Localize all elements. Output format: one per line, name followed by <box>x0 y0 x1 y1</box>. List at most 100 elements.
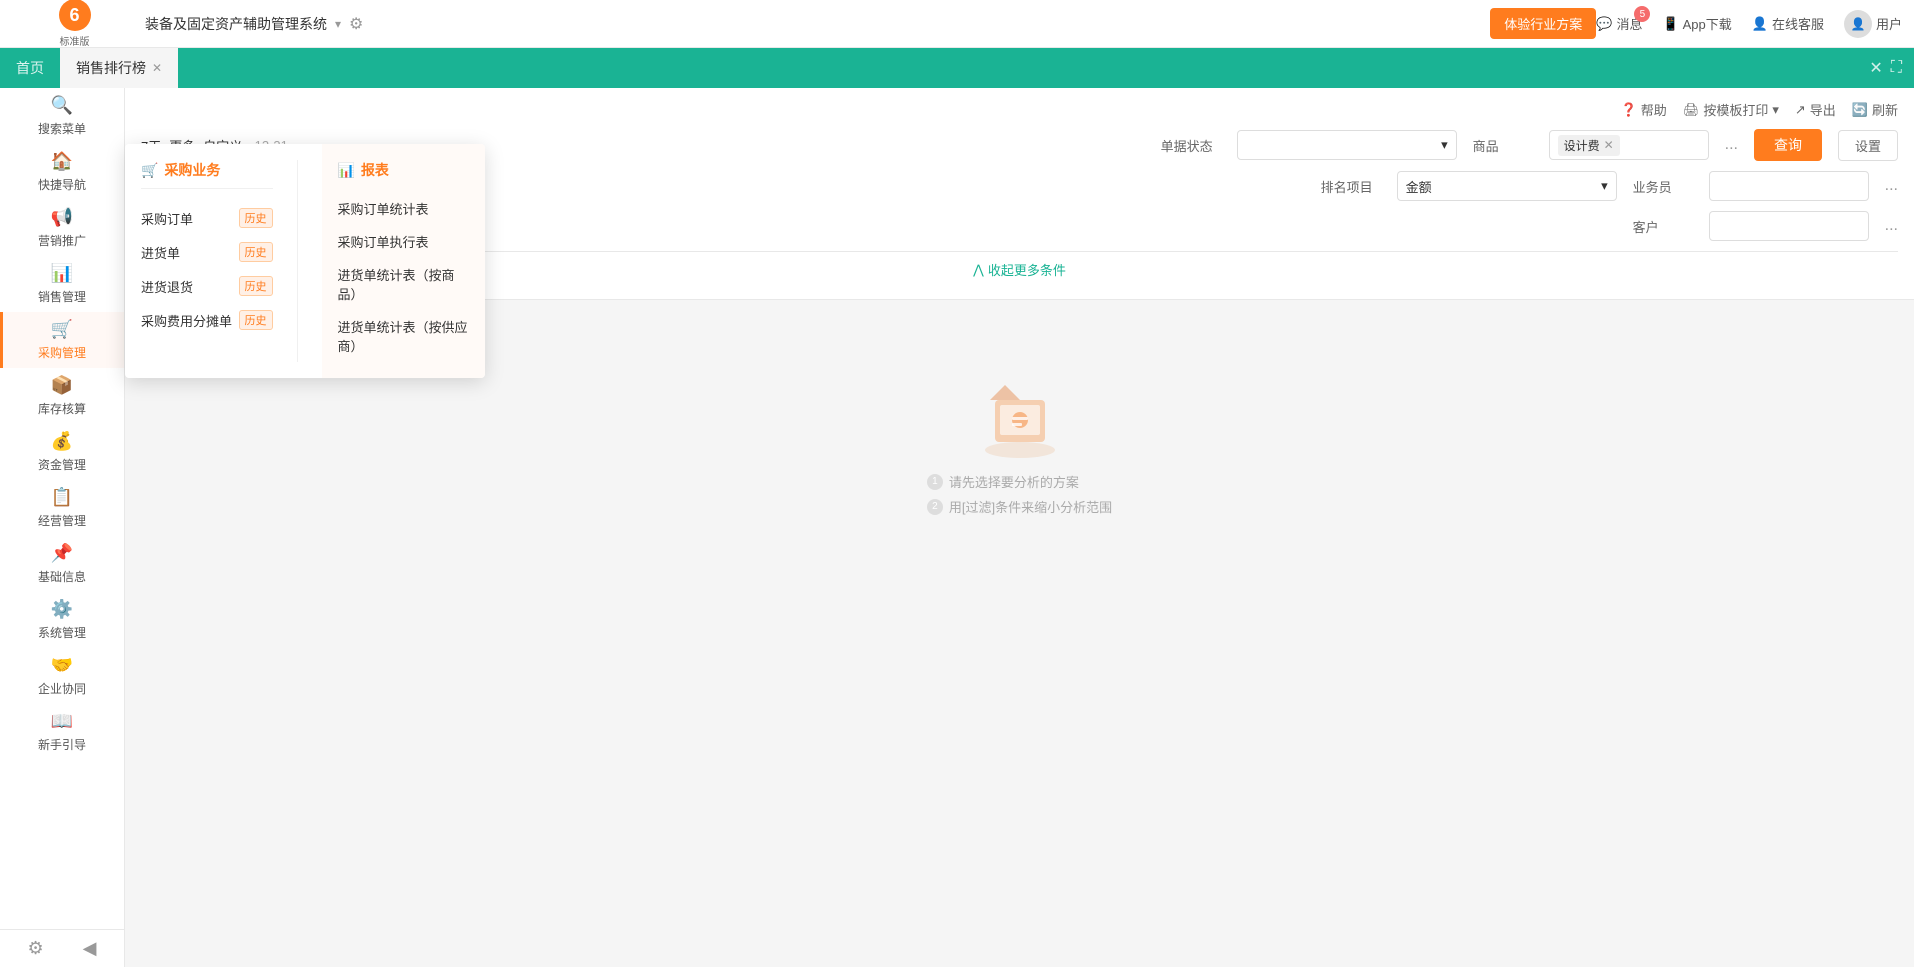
sidebar-item-quick-nav[interactable]: 🏠 快捷导航 <box>0 144 124 200</box>
tab-home[interactable]: 首页 <box>0 48 60 88</box>
reports-icon: 📊 <box>338 162 355 179</box>
print-dropdown-icon[interactable]: ▾ <box>1772 102 1779 118</box>
top-header: 6 标准版 装备及固定资产辅助管理系统 ▾ ⚙ 体验行业方案 💬 5 消息 📱 … <box>0 0 1914 48</box>
user-avatar: 👤 <box>1844 10 1872 38</box>
status-select-arrow: ▾ <box>1441 137 1448 153</box>
sidebar-item-marketing[interactable]: 📢 营销推广 <box>0 200 124 256</box>
sidebar-item-finance[interactable]: 💰 资金管理 <box>0 424 124 480</box>
sidebar-item-inventory-label: 库存核算 <box>38 400 86 417</box>
notification-badge: 5 <box>1634 6 1650 22</box>
sidebar-collapse-btn[interactable]: ◀ <box>83 938 97 959</box>
sidebar-item-inventory[interactable]: 📦 库存核算 <box>0 368 124 424</box>
sidebar-settings-btn[interactable]: ⚙ <box>28 938 44 959</box>
dropdown-purchase-order-exec[interactable]: 采购订单执行表 <box>338 225 470 258</box>
rank-select-value: 金额 <box>1406 177 1432 196</box>
sidebar-item-enterprise[interactable]: 🤝 企业协同 <box>0 648 124 704</box>
dropdown-incoming-order[interactable]: 进货单 历史 <box>141 235 273 269</box>
sidebar-item-purchase[interactable]: 🛒 采购管理 <box>0 312 124 368</box>
query-button[interactable]: 查询 <box>1754 129 1822 161</box>
sidebar-item-basic-info[interactable]: 📌 基础信息 <box>0 536 124 592</box>
customer-select[interactable] <box>1709 211 1869 241</box>
status-label: 单据状态 <box>1161 136 1221 155</box>
phone-icon: 📱 <box>1662 16 1678 32</box>
sidebar-item-search-label: 搜索菜单 <box>38 120 86 137</box>
purchase-order-label: 采购订单 <box>141 209 193 228</box>
tab-sales-ranking-label: 销售排行榜 <box>76 58 146 78</box>
export-btn[interactable]: ↗ 导出 <box>1795 100 1836 119</box>
settings-icon[interactable]: ⚙ <box>349 14 363 34</box>
goods-tag-text: 设计费 <box>1564 137 1600 154</box>
app-download-label: App下载 <box>1683 14 1732 33</box>
empty-step-1: 1 请先选择要分析的方案 <box>927 472 1112 491</box>
sidebar-item-operations-label: 经营管理 <box>38 512 86 529</box>
help-icon: ❓ <box>1621 102 1637 118</box>
goods-dots[interactable]: ... <box>1725 136 1738 154</box>
purchase-dropdown-menu: 🛒 采购业务 采购订单 历史 进货单 历史 进货退货 历史 采购费用分摊单 <box>125 144 485 378</box>
salesperson-dots[interactable]: ... <box>1885 177 1898 195</box>
main-layout: 🔍 搜索菜单 🏠 快捷导航 📢 营销推广 📊 销售管理 🛒 采购管理 📦 库存核… <box>0 88 1914 967</box>
notification-item[interactable]: 💬 5 消息 <box>1596 14 1642 33</box>
user-item[interactable]: 👤 用户 <box>1844 10 1902 38</box>
setting-button[interactable]: 设置 <box>1838 130 1898 161</box>
status-select[interactable]: ▾ <box>1237 130 1457 160</box>
print-icon: 🖨 <box>1683 102 1700 118</box>
sidebar-bottom: ⚙ ◀ <box>0 929 124 967</box>
system-title-text: 装备及固定资产辅助管理系统 <box>145 14 327 34</box>
sidebar-item-search[interactable]: 🔍 搜索菜单 <box>0 88 124 144</box>
purchase-business-label: 采购业务 <box>164 160 220 180</box>
dropdown-incoming-stats-goods[interactable]: 进货单统计表（按商品） <box>338 258 470 310</box>
sidebar-item-basic-info-label: 基础信息 <box>38 568 86 585</box>
industry-btn[interactable]: 体验行业方案 <box>1490 8 1596 39</box>
sidebar-item-system[interactable]: ⚙️ 系统管理 <box>0 592 124 648</box>
dropdown-purchase-expense[interactable]: 采购费用分摊单 历史 <box>141 303 273 337</box>
sidebar-item-guide[interactable]: 📖 新手引导 <box>0 704 124 760</box>
dropdown-return-goods[interactable]: 进货退货 历史 <box>141 269 273 303</box>
tab-sales-ranking[interactable]: 销售排行榜 ✕ <box>60 48 178 88</box>
dropdown-purchase-order-stats[interactable]: 采购订单统计表 <box>338 192 470 225</box>
online-service-item[interactable]: 👤 在线客服 <box>1752 14 1824 33</box>
empty-text: 1 请先选择要分析的方案 2 用[过滤]条件来缩小分析范围 <box>927 472 1112 516</box>
collapse-label: 收起更多条件 <box>988 260 1066 279</box>
print-btn[interactable]: 🖨 按模板打印 ▾ <box>1683 100 1779 119</box>
avatar-icon: 👤 <box>1851 17 1866 31</box>
reports-col: 📊 报表 采购订单统计表 采购订单执行表 进货单统计表（按商品） 进货单统计表（… <box>322 144 486 378</box>
customer-dots[interactable]: ... <box>1885 217 1898 235</box>
tab-close-icon[interactable]: ✕ <box>152 61 162 75</box>
help-btn[interactable]: ❓ 帮助 <box>1621 100 1667 119</box>
sidebar-item-marketing-label: 营销推广 <box>38 232 86 249</box>
dropdown-purchase-order[interactable]: 采购订单 历史 <box>141 201 273 235</box>
goods-filter[interactable]: 设计费 ✕ <box>1549 130 1709 160</box>
guide-icon: 📖 <box>51 711 73 732</box>
purchase-expense-history-tag: 历史 <box>239 310 273 330</box>
goods-tag: 设计费 ✕ <box>1558 135 1620 156</box>
rank-select-arrow: ▾ <box>1601 178 1608 194</box>
sidebar-item-system-label: 系统管理 <box>38 624 86 641</box>
user-label: 用户 <box>1876 14 1902 33</box>
reports-label: 报表 <box>361 160 389 180</box>
app-download-item[interactable]: 📱 App下载 <box>1662 14 1731 33</box>
refresh-btn[interactable]: 🔄 刷新 <box>1852 100 1898 119</box>
service-icon: 👤 <box>1752 16 1768 32</box>
dropdown-incoming-stats-supplier[interactable]: 进货单统计表（按供应商） <box>338 310 470 362</box>
sidebar-item-operations[interactable]: 📋 经营管理 <box>0 480 124 536</box>
step-2-text: 用[过滤]条件来缩小分析范围 <box>949 497 1112 516</box>
system-icon: ⚙️ <box>51 599 73 620</box>
tab-maximize-btn[interactable]: ⛶ <box>1891 59 1902 77</box>
goods-tag-close[interactable]: ✕ <box>1604 138 1614 152</box>
rank-select[interactable]: 金额 ▾ <box>1397 171 1617 201</box>
sidebar-item-quick-nav-label: 快捷导航 <box>38 176 86 193</box>
system-title-dropdown[interactable]: ▾ <box>335 17 341 31</box>
sidebar-item-enterprise-label: 企业协同 <box>38 680 86 697</box>
finance-icon: 💰 <box>51 431 73 452</box>
incoming-order-label: 进货单 <box>141 243 180 262</box>
empty-step-2: 2 用[过滤]条件来缩小分析范围 <box>927 497 1112 516</box>
return-goods-history-tag: 历史 <box>239 276 273 296</box>
salesperson-select[interactable] <box>1709 171 1869 201</box>
sidebar-item-finance-label: 资金管理 <box>38 456 86 473</box>
sidebar-item-guide-label: 新手引导 <box>38 736 86 753</box>
sidebar-item-sales[interactable]: 📊 销售管理 <box>0 256 124 312</box>
tab-close-btn[interactable]: ✕ <box>1869 58 1882 78</box>
logo-icon: 6 <box>59 0 91 31</box>
logo-area: 6 标准版 <box>12 0 137 48</box>
purchase-icon: 🛒 <box>51 319 73 340</box>
